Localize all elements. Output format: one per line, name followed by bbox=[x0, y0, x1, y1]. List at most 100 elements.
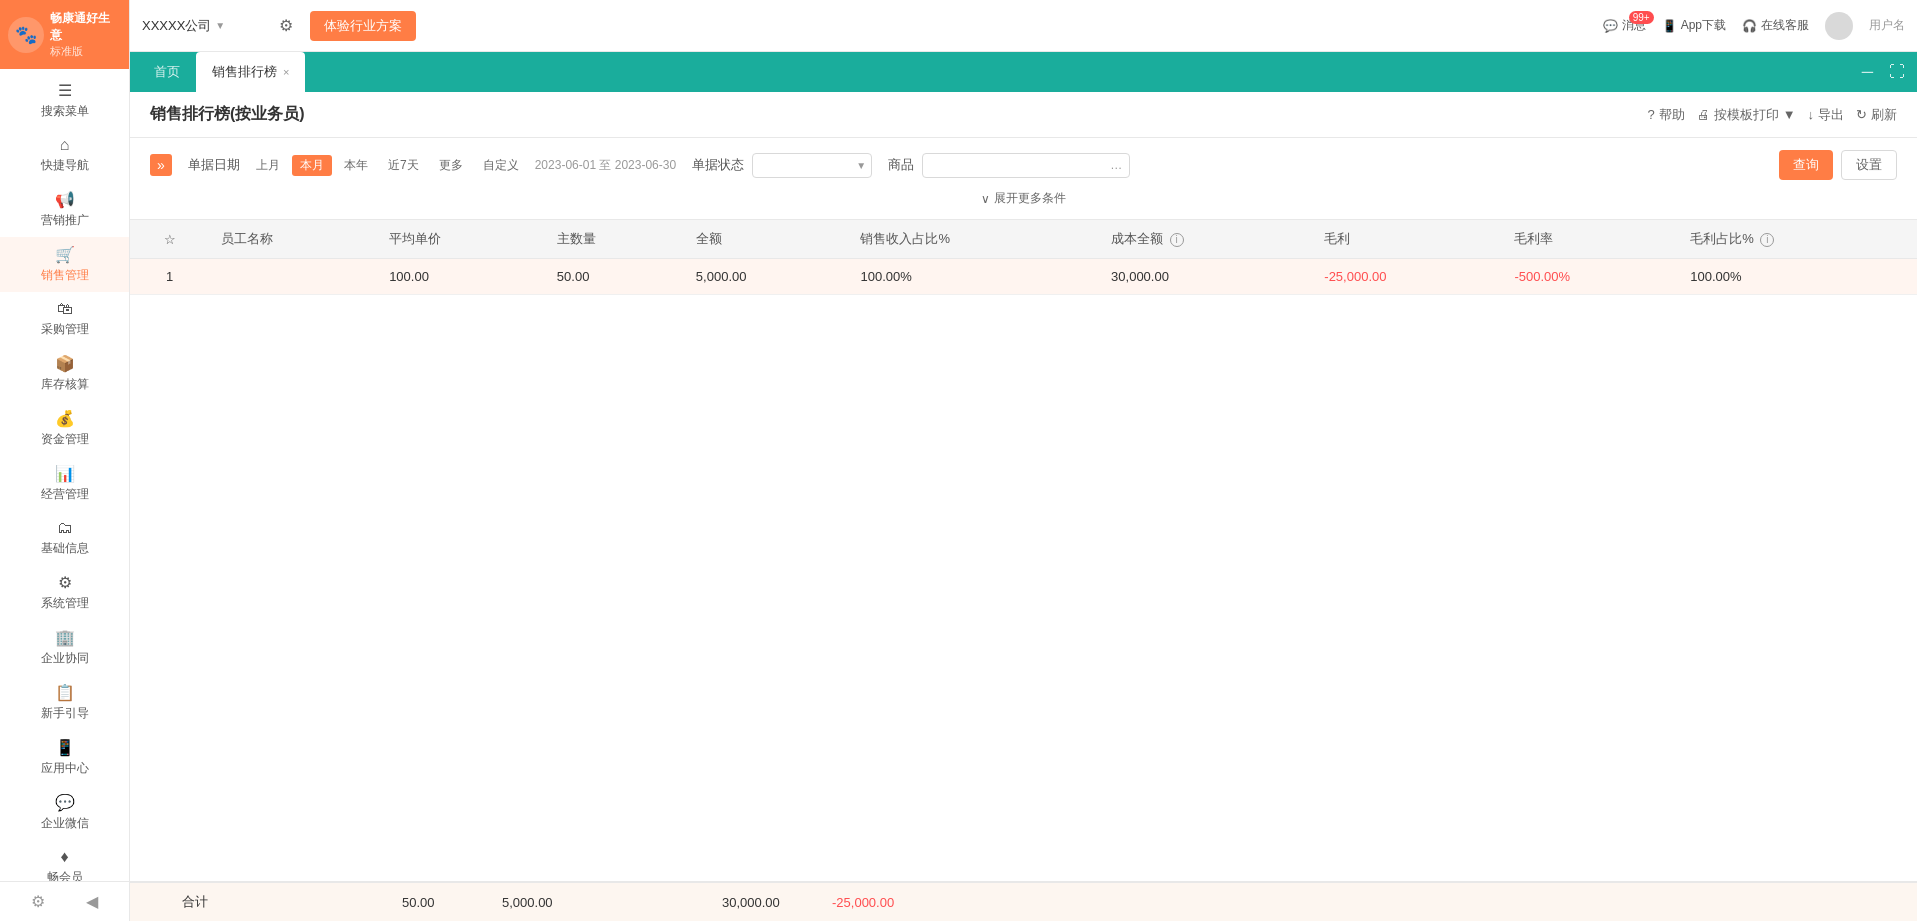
sidebar-bottom: ⚙ ◀ bbox=[0, 881, 129, 921]
table-area: ☆ 员工名称 平均单价 主数量 全额 销售收入占比% 成本全额 i 毛利 毛利率 bbox=[130, 220, 1917, 881]
sidebar-item-inventory[interactable]: 📦 库存核算 bbox=[0, 346, 129, 401]
sidebar-item-purchase[interactable]: 🛍 采购管理 bbox=[0, 292, 129, 346]
sidebar-item-system[interactable]: ⚙ 系统管理 bbox=[0, 565, 129, 620]
sidebar-item-sales[interactable]: 🛒 销售管理 bbox=[0, 237, 129, 292]
sidebar-item-label: 应用中心 bbox=[41, 760, 89, 777]
filter-area: » 单据日期 上月 本月 本年 近7天 更多 自定义 2023-06-01 至 … bbox=[130, 138, 1917, 220]
expand-row: ∨ 展开更多条件 bbox=[150, 190, 1897, 207]
sidebar-nav: ☰ 搜索菜单 ⌂ 快捷导航 📢 营销推广 🛒 销售管理 🛍 采购管理 📦 库存核… bbox=[0, 69, 129, 881]
expand-more-button[interactable]: ∨ 展开更多条件 bbox=[981, 190, 1066, 207]
sidebar-item-apps[interactable]: 📱 应用中心 bbox=[0, 730, 129, 785]
sidebar-item-search[interactable]: ☰ 搜索菜单 bbox=[0, 73, 129, 128]
tab-minimize-icon[interactable]: ─ bbox=[1858, 59, 1877, 85]
filter-expand-button[interactable]: » bbox=[150, 154, 172, 176]
msg-button[interactable]: 💬 消息 99+ bbox=[1603, 17, 1646, 34]
basic-icon: 🗂 bbox=[57, 519, 73, 537]
print-arrow-icon: ▼ bbox=[1783, 107, 1796, 122]
msg-icon: 💬 bbox=[1603, 19, 1618, 33]
query-button[interactable]: 查询 bbox=[1779, 150, 1833, 180]
trial-button[interactable]: 体验行业方案 bbox=[310, 11, 416, 41]
goods-more-icon: … bbox=[1110, 158, 1122, 172]
date-tab-this-month[interactable]: 本月 bbox=[292, 155, 332, 176]
date-tab-more[interactable]: 更多 bbox=[431, 155, 471, 176]
operation-icon: 📊 bbox=[55, 464, 75, 483]
sidebar-item-wechat[interactable]: 💬 企业微信 bbox=[0, 785, 129, 840]
msg-badge: 99+ bbox=[1629, 11, 1654, 24]
tab-home-label: 首页 bbox=[154, 63, 180, 81]
finance-icon: 💰 bbox=[55, 409, 75, 428]
inventory-icon: 📦 bbox=[55, 354, 75, 373]
sidebar-item-basic[interactable]: 🗂 基础信息 bbox=[0, 511, 129, 565]
sidebar-item-shortcut[interactable]: ⌂ 快捷导航 bbox=[0, 128, 129, 182]
sidebar-collapse-btn[interactable]: ◀ bbox=[86, 892, 98, 911]
support-icon: 🎧 bbox=[1742, 19, 1757, 33]
sidebar-item-operation[interactable]: 📊 经营管理 bbox=[0, 456, 129, 511]
system-icon: ⚙ bbox=[58, 573, 72, 592]
sidebar-item-member[interactable]: ♦ 畅会员 bbox=[0, 840, 129, 881]
table-cell: 50.00 bbox=[545, 259, 684, 295]
company-name: XXXXX公司 bbox=[142, 17, 211, 35]
status-select[interactable] bbox=[752, 153, 872, 178]
tab-sales-ranking-label: 销售排行榜 bbox=[212, 63, 277, 81]
sidebar-item-label: 销售管理 bbox=[41, 267, 89, 284]
tabbar: 首页 销售排行榜 × ─ ⛶ bbox=[130, 52, 1917, 92]
footer-qty: 50.00 bbox=[402, 895, 502, 910]
date-tab-custom[interactable]: 自定义 bbox=[475, 155, 527, 176]
topbar-company[interactable]: XXXXX公司 ▼ bbox=[142, 17, 262, 35]
cost-info-icon[interactable]: i bbox=[1170, 233, 1184, 247]
tab-sales-ranking[interactable]: 销售排行榜 × bbox=[196, 52, 305, 92]
support-button[interactable]: 🎧 在线客服 bbox=[1742, 17, 1809, 34]
star-icon: ☆ bbox=[164, 232, 176, 247]
sidebar-item-label: 经营管理 bbox=[41, 486, 89, 503]
sidebar-item-label: 采购管理 bbox=[41, 321, 89, 338]
profit-pct-info-icon[interactable]: i bbox=[1760, 233, 1774, 247]
tab-expand-icon[interactable]: ⛶ bbox=[1885, 59, 1909, 85]
table-cell: 100.00 bbox=[377, 259, 545, 295]
col-profit-rate: 毛利率 bbox=[1502, 220, 1678, 259]
export-label: 导出 bbox=[1818, 106, 1844, 124]
help-button[interactable]: ? 帮助 bbox=[1647, 106, 1684, 124]
status-select-wrap: ▼ bbox=[752, 153, 872, 178]
tab-close-icon[interactable]: × bbox=[283, 66, 289, 78]
refresh-button[interactable]: ↻ 刷新 bbox=[1856, 106, 1897, 124]
table-cell: 30,000.00 bbox=[1099, 259, 1312, 295]
sidebar-item-label: 企业微信 bbox=[41, 815, 89, 832]
col-avg-price: 平均单价 bbox=[377, 220, 545, 259]
filter-row: » 单据日期 上月 本月 本年 近7天 更多 自定义 2023-06-01 至 … bbox=[150, 150, 1897, 180]
table-footer: 合计 50.00 5,000.00 30,000.00 -25,000.00 bbox=[130, 881, 1917, 921]
sidebar-logo: 🐾 畅康通好生意 标准版 bbox=[0, 0, 129, 69]
avatar[interactable] bbox=[1825, 12, 1853, 40]
date-tab-7days[interactable]: 近7天 bbox=[380, 155, 427, 176]
sidebar-item-guide[interactable]: 📋 新手引导 bbox=[0, 675, 129, 730]
sidebar-item-label: 基础信息 bbox=[41, 540, 89, 557]
date-tab-last-month[interactable]: 上月 bbox=[248, 155, 288, 176]
goods-input[interactable] bbox=[922, 153, 1130, 178]
app-label: App下载 bbox=[1681, 17, 1726, 34]
footer-profit: -25,000.00 bbox=[832, 895, 942, 910]
topbar-settings-btn[interactable]: ⚙ bbox=[272, 12, 300, 40]
table-cell: -500.00% bbox=[1502, 259, 1678, 295]
app-icon: 📱 bbox=[1662, 19, 1677, 33]
main-content: XXXXX公司 ▼ ⚙ 体验行业方案 💬 消息 99+ 📱 App下载 🎧 在线… bbox=[130, 0, 1917, 921]
date-tab-this-year[interactable]: 本年 bbox=[336, 155, 376, 176]
settings-button[interactable]: 设置 bbox=[1841, 150, 1897, 180]
tabbar-right: ─ ⛶ bbox=[1858, 59, 1909, 85]
sidebar-item-label: 快捷导航 bbox=[41, 157, 89, 174]
print-button[interactable]: 🖨 按模板打印 ▼ bbox=[1697, 106, 1796, 124]
col-profit-pct: 毛利占比% i bbox=[1678, 220, 1917, 259]
app-download-button[interactable]: 📱 App下载 bbox=[1662, 17, 1726, 34]
apps-icon: 📱 bbox=[55, 738, 75, 757]
table-cell: 100.00% bbox=[1678, 259, 1917, 295]
sidebar-settings-btn[interactable]: ⚙ bbox=[31, 892, 45, 911]
tab-home[interactable]: 首页 bbox=[138, 52, 196, 92]
export-icon: ↓ bbox=[1808, 107, 1815, 122]
sidebar-item-marketing[interactable]: 📢 营销推广 bbox=[0, 182, 129, 237]
export-button[interactable]: ↓ 导出 bbox=[1808, 106, 1845, 124]
sidebar-item-corp[interactable]: 🏢 企业协同 bbox=[0, 620, 129, 675]
sidebar-item-finance[interactable]: 💰 资金管理 bbox=[0, 401, 129, 456]
page-area: 销售排行榜(按业务员) ? 帮助 🖨 按模板打印 ▼ ↓ 导出 ↻ 刷新 bbox=[130, 92, 1917, 921]
print-icon: 🖨 bbox=[1697, 107, 1710, 122]
col-sales-pct: 销售收入占比% bbox=[848, 220, 1099, 259]
sidebar: 🐾 畅康通好生意 标准版 ☰ 搜索菜单 ⌂ 快捷导航 📢 营销推广 🛒 销售管理… bbox=[0, 0, 130, 921]
home-icon: ⌂ bbox=[60, 136, 70, 154]
